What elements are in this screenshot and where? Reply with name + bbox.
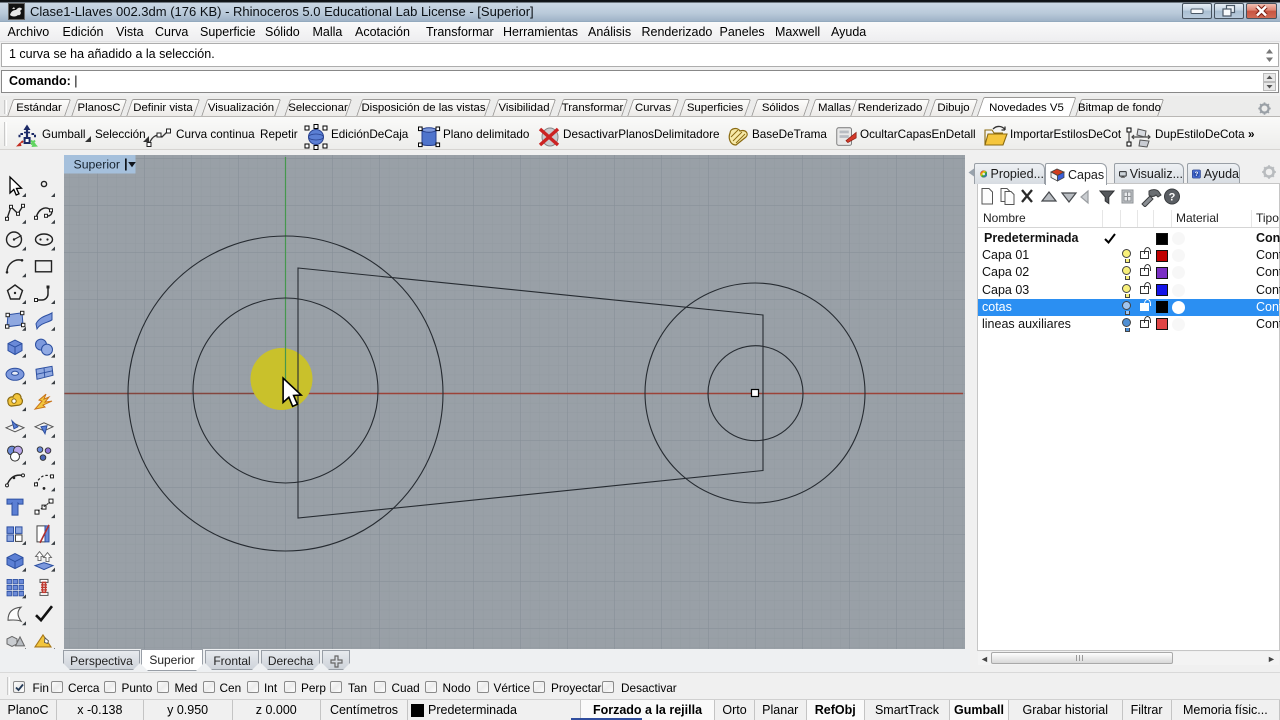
svg-text:Superior: Superior [74, 158, 120, 172]
svg-text:?: ? [1169, 192, 1176, 204]
svg-text:?: ? [1195, 172, 1199, 178]
